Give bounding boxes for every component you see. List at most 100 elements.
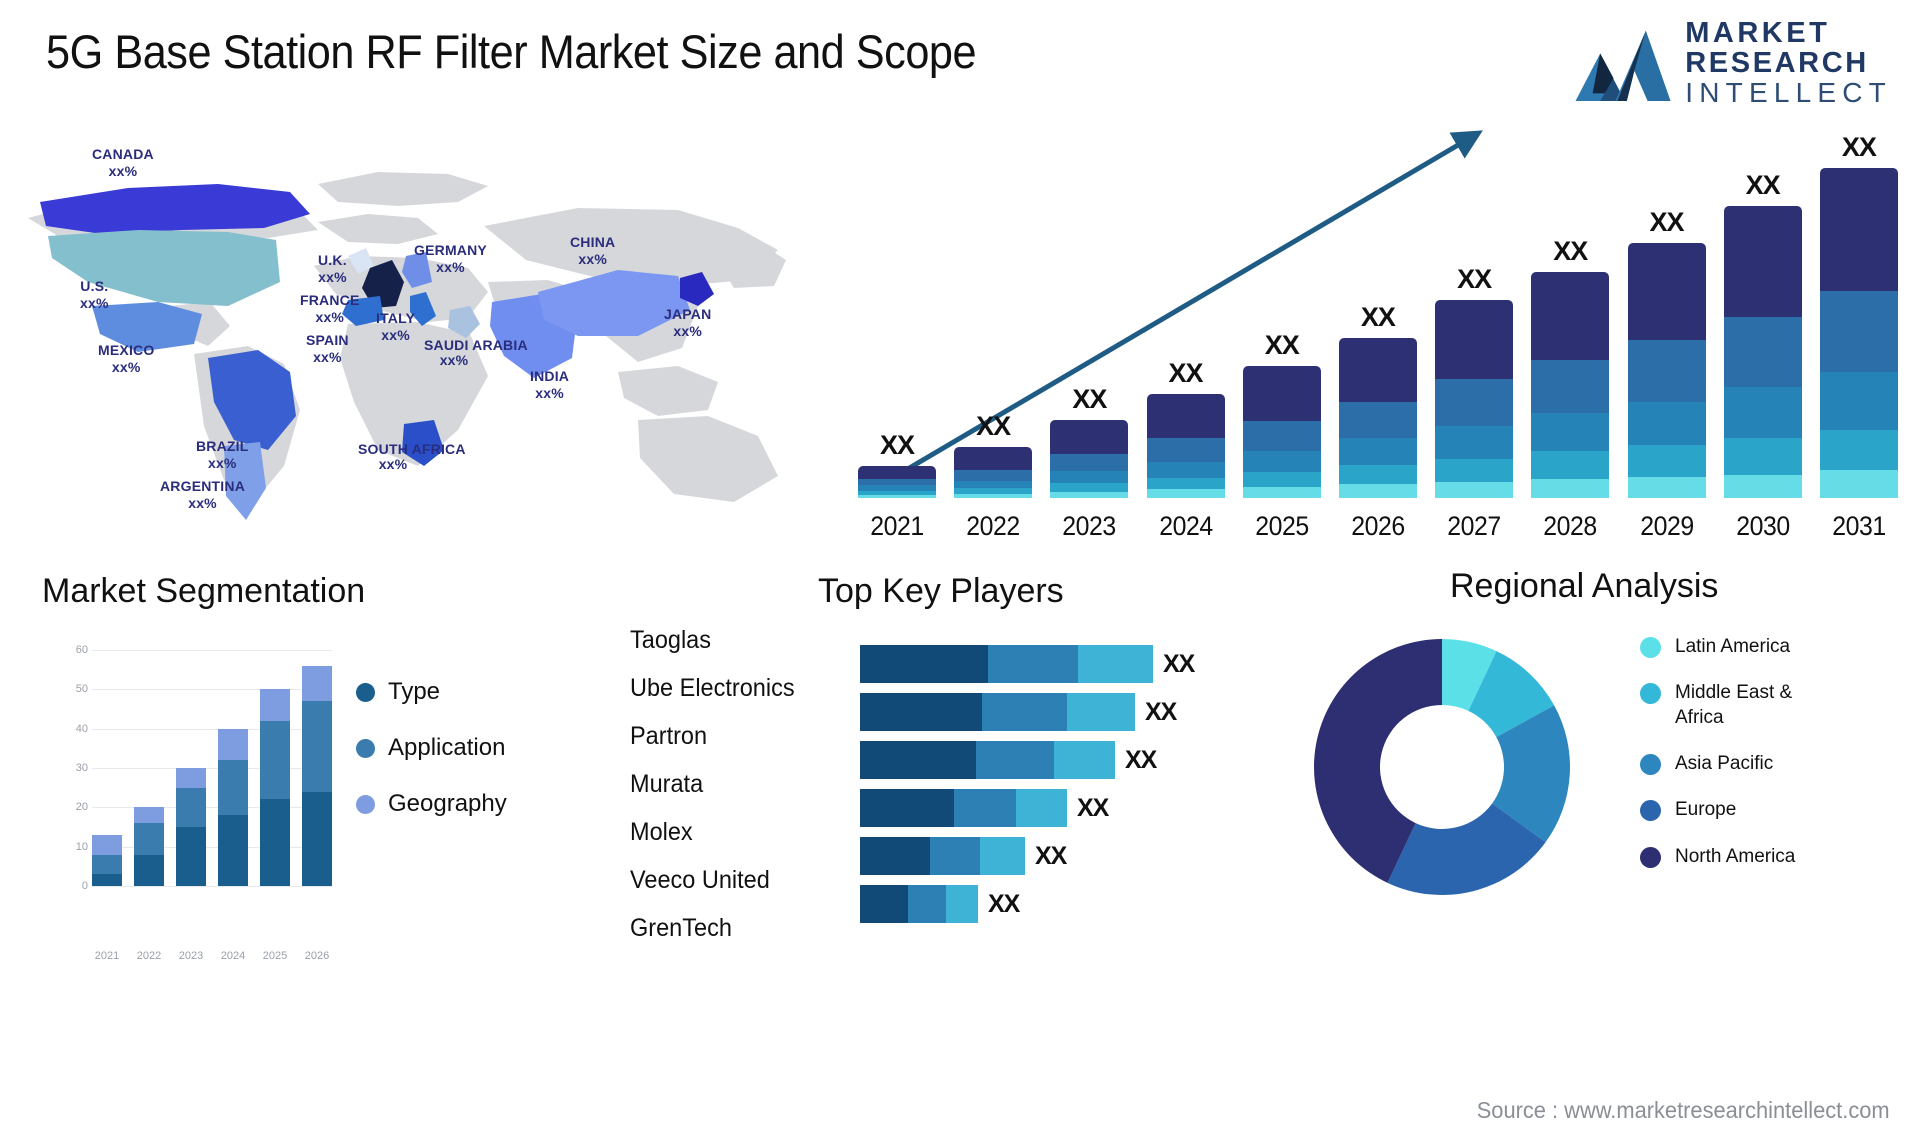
segmentation-legend-item-application[interactable]: Application xyxy=(356,734,507,762)
logo-line-2: RESEARCH xyxy=(1685,47,1869,80)
segmentation-segment-type xyxy=(260,799,290,886)
map-label-uk-value: xx% xyxy=(318,268,347,285)
segmentation-legend-item-geography[interactable]: Geography xyxy=(356,790,507,818)
player-segment-segment-a xyxy=(860,789,954,827)
legend-dot-icon xyxy=(1640,846,1661,868)
logo-line-3: INTELLECT xyxy=(1685,77,1892,109)
segmentation-x-axis: 2021 2022 2023 2024 2025 2026 xyxy=(92,950,332,962)
forecast-value-label: XX xyxy=(1745,170,1781,201)
brand-logo: MARKET RESEARCH INTELLECT xyxy=(1575,18,1892,107)
forecast-bar-2028: XX xyxy=(1531,236,1610,498)
forecast-segment-segment-5 xyxy=(1531,272,1610,360)
segmentation-segment-geography xyxy=(218,728,248,761)
segmentation-segment-application xyxy=(260,720,290,800)
segmentation-bar-2026 xyxy=(302,650,332,886)
segmentation-gridline xyxy=(92,886,332,887)
player-name: Partron xyxy=(630,721,708,750)
map-label-mexico-value: xx% xyxy=(111,358,141,375)
forecast-segment-segment-5 xyxy=(1627,242,1706,341)
map-label-india-value: xx% xyxy=(535,384,564,401)
forecast-segment-segment-4 xyxy=(1242,421,1321,452)
forecast-segment-segment-1 xyxy=(1146,489,1225,498)
map-label-india-name: INDIA xyxy=(530,368,570,384)
segmentation-legend: Type Application Geography xyxy=(356,678,507,846)
forecast-bar xyxy=(1531,272,1610,498)
regional-donut-chart xyxy=(1314,639,1570,895)
map-label-china-name: CHINA xyxy=(570,234,616,250)
regional-legend-item-north-america[interactable]: North America xyxy=(1640,845,1835,869)
segmentation-x-tick: 2022 xyxy=(136,950,162,962)
player-name: Taoglas xyxy=(630,625,712,654)
segmentation-segment-geography xyxy=(134,807,164,824)
forecast-segment-segment-4 xyxy=(1338,402,1417,439)
forecast-segment-segment-2 xyxy=(1242,472,1321,488)
player-segment-segment-a xyxy=(860,741,976,779)
forecast-bar-2026: XX xyxy=(1338,302,1417,498)
player-segment-segment-a xyxy=(860,885,908,923)
map-label-argentina-value: xx% xyxy=(188,494,217,511)
page-title: 5G Base Station RF Filter Market Size an… xyxy=(46,25,977,78)
segmentation-y-tick: 20 xyxy=(75,801,88,814)
player-name: Ube Electronics xyxy=(630,673,795,702)
player-segment-segment-b xyxy=(930,837,980,875)
map-label-japan-value: xx% xyxy=(673,322,703,339)
player-segment-segment-b xyxy=(908,885,946,923)
segmentation-segment-application xyxy=(218,760,248,816)
logo-wordmark: MARKET RESEARCH INTELLECT xyxy=(1685,17,1892,109)
legend-label: Middle East & Africa xyxy=(1675,682,1793,728)
logo-line-1: MARKET xyxy=(1685,17,1831,49)
player-segment-segment-a xyxy=(860,693,982,731)
segmentation-bar-2024 xyxy=(218,650,248,886)
map-label-germany-value: xx% xyxy=(436,258,465,275)
forecast-year-label: 2026 xyxy=(1351,511,1405,541)
map-label-china-value: xx% xyxy=(578,250,607,267)
forecast-bar xyxy=(1242,366,1321,498)
segmentation-y-tick: 10 xyxy=(75,840,88,853)
map-label-us: U.S. xx% xyxy=(80,278,109,311)
regional-legend-item-europe[interactable]: Europe xyxy=(1640,798,1835,822)
player-name: Molex xyxy=(630,817,693,846)
player-segment-segment-c xyxy=(1078,645,1153,683)
forecast-value-label: XX xyxy=(1457,264,1492,294)
forecast-segment-segment-4 xyxy=(954,470,1033,481)
player-bar-wrap xyxy=(860,596,1290,636)
forecast-segment-segment-2 xyxy=(1146,477,1225,490)
forecast-segment-segment-3 xyxy=(1338,438,1417,465)
forecast-bar xyxy=(1627,242,1706,498)
forecast-segment-segment-3 xyxy=(1531,412,1610,452)
player-segment-segment-b xyxy=(976,741,1054,779)
forecast-year-label: 2027 xyxy=(1447,511,1501,541)
map-label-uk-name: U.K. xyxy=(318,252,347,268)
segmentation-segment-type xyxy=(92,874,122,886)
forecast-segment-segment-1 xyxy=(954,493,1033,498)
player-bar xyxy=(860,789,1067,827)
segmentation-plot-area: 0 10 20 30 40 50 60 2021 2022 2023 2024 2025 2026 xyxy=(66,628,332,962)
regional-legend-item-asia-pacific[interactable]: Asia Pacific xyxy=(1640,752,1835,776)
map-label-canada-value: xx% xyxy=(108,162,138,179)
forecast-bar xyxy=(1723,206,1802,498)
forecast-value-label: XX xyxy=(1553,236,1588,267)
regional-legend-item-middle-east-africa[interactable]: Middle East & Africa xyxy=(1640,681,1835,730)
regional-legend-item-latin-america[interactable]: Latin America xyxy=(1640,635,1835,659)
map-label-france-value: xx% xyxy=(315,308,345,325)
map-label-germany: GERMANY xx% xyxy=(414,242,487,275)
map-label-argentina: ARGENTINA xx% xyxy=(160,478,245,511)
map-label-south-africa-name: SOUTH AFRICA xyxy=(358,441,466,457)
players-row-group: Taoglas Ube Electronics XX Partron XX Murata X… xyxy=(630,616,1290,952)
world-map-panel: CANADA xx% U.S. xx% MEXICO xx% BRAZIL xx… xyxy=(18,110,838,570)
forecast-value-label: XX xyxy=(1360,302,1396,333)
segmentation-segment-type xyxy=(302,791,332,886)
regional-analysis-chart: Latin America Middle East & Africa Asia Pa… xyxy=(1290,565,1910,925)
player-bar xyxy=(860,741,1115,779)
map-label-argentina-name: ARGENTINA xyxy=(160,478,246,494)
forecast-segment-segment-2 xyxy=(1531,451,1610,479)
forecast-segment-segment-1 xyxy=(1050,491,1129,498)
source-attribution: Source : www.marketresearchintellect.com xyxy=(1477,1097,1890,1123)
legend-dot-icon xyxy=(1640,683,1661,705)
segmentation-legend-item-type[interactable]: Type xyxy=(356,678,507,706)
map-label-south-africa-value: xx% xyxy=(378,456,408,473)
segmentation-segment-application xyxy=(134,823,164,855)
forecast-segment-segment-4 xyxy=(1531,359,1610,413)
player-value-label: XX xyxy=(1077,793,1109,822)
map-label-spain-value: xx% xyxy=(313,348,342,365)
